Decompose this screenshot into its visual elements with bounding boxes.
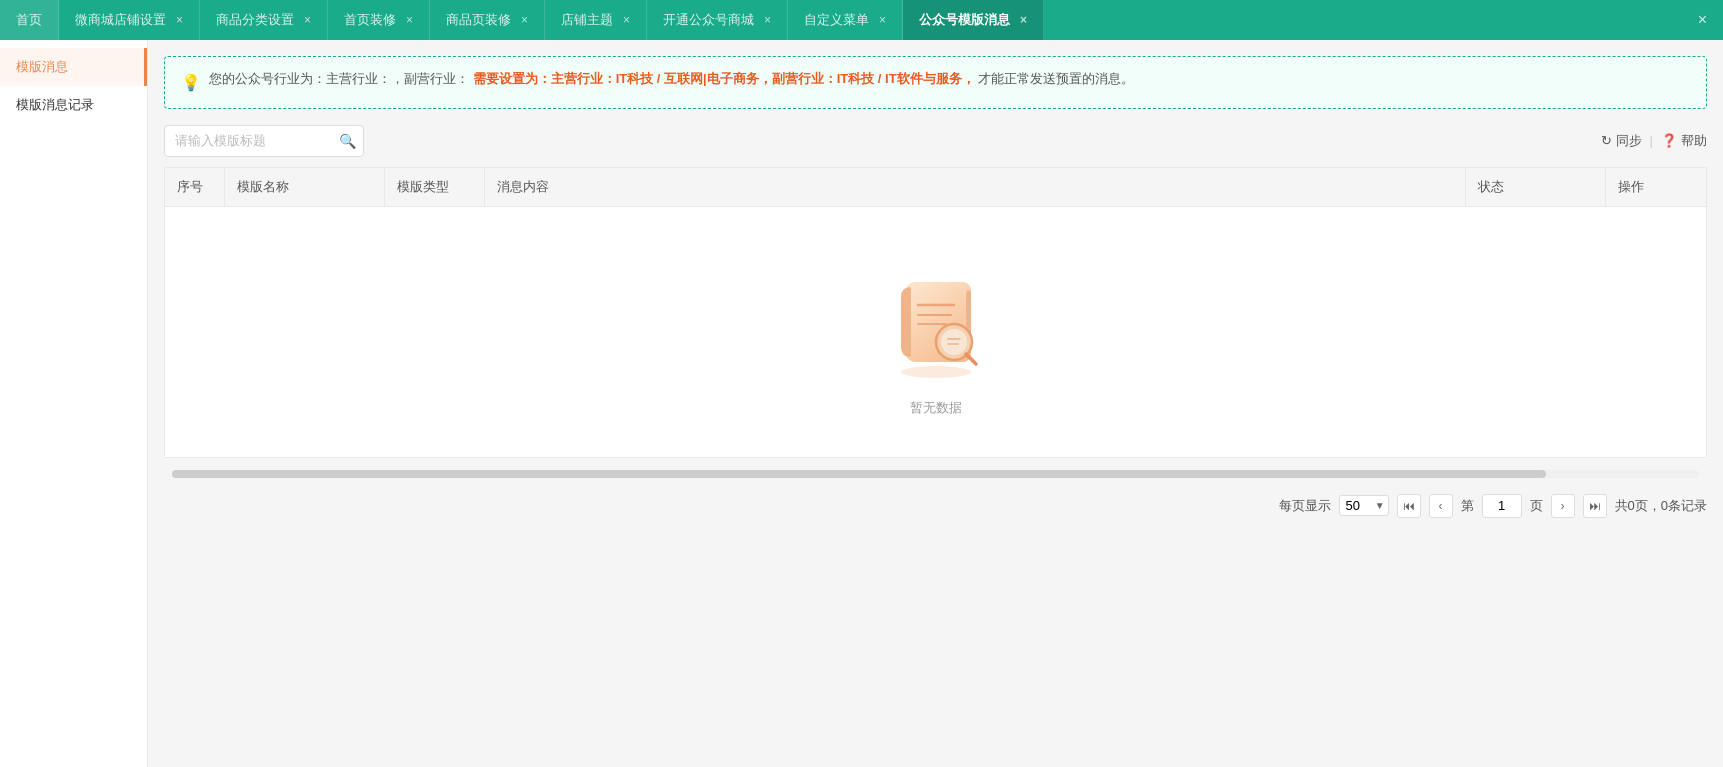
svg-point-0 bbox=[901, 366, 971, 378]
tab-category[interactable]: 商品分类设置 × bbox=[200, 0, 328, 40]
notice-icon: 💡 bbox=[181, 70, 201, 96]
empty-state: 暂无数据 bbox=[165, 207, 1706, 457]
tab-custom-menu-close[interactable]: × bbox=[879, 13, 886, 27]
col-type: 模版类型 bbox=[385, 168, 485, 206]
toolbar-divider: | bbox=[1650, 133, 1653, 148]
svg-point-6 bbox=[941, 329, 967, 355]
main-layout: 模版消息 模版消息记录 💡 您的公众号行业为：主营行业：，副营行业： 需要设置为… bbox=[0, 40, 1723, 767]
horizontal-scrollbar[interactable] bbox=[172, 470, 1699, 478]
sidebar: 模版消息 模版消息记录 bbox=[0, 40, 148, 767]
tab-template-msg-close[interactable]: × bbox=[1020, 13, 1027, 27]
tab-product-decor[interactable]: 商品页装修 × bbox=[430, 0, 545, 40]
content-area: 💡 您的公众号行业为：主营行业：，副营行业： 需要设置为：主营行业：IT科技 /… bbox=[148, 40, 1723, 767]
tab-open-mall[interactable]: 开通公众号商城 × bbox=[647, 0, 788, 40]
close-all-button[interactable]: × bbox=[1682, 0, 1723, 40]
help-button[interactable]: ❓ 帮助 bbox=[1661, 132, 1707, 150]
next-page-button[interactable]: › bbox=[1551, 494, 1575, 518]
empty-icon bbox=[876, 267, 996, 387]
page-label: 页 bbox=[1530, 497, 1543, 515]
tab-home-label: 首页 bbox=[16, 11, 42, 29]
tab-shop-theme-label: 店铺主题 bbox=[561, 11, 613, 29]
tab-wechat-shop[interactable]: 微商城店铺设置 × bbox=[59, 0, 200, 40]
sidebar-item-template-record[interactable]: 模版消息记录 bbox=[0, 86, 147, 124]
tab-custom-menu[interactable]: 自定义菜单 × bbox=[788, 0, 903, 40]
notice-text: 您的公众号行业为：主营行业：，副营行业： 需要设置为：主营行业：IT科技 / 互… bbox=[209, 69, 1134, 90]
search-input-wrap: 🔍 bbox=[164, 125, 364, 157]
search-button[interactable]: 🔍 bbox=[339, 133, 356, 149]
tab-product-decor-close[interactable]: × bbox=[521, 13, 528, 27]
col-action: 操作 bbox=[1606, 168, 1706, 206]
search-bar: 🔍 ↻ 同步 | ❓ 帮助 bbox=[164, 125, 1707, 157]
tab-bar: 首页 微商城店铺设置 × 商品分类设置 × 首页装修 × 商品页装修 × 店铺主… bbox=[0, 0, 1723, 40]
tab-shop-theme-close[interactable]: × bbox=[623, 13, 630, 27]
col-name: 模版名称 bbox=[225, 168, 385, 206]
tab-template-msg[interactable]: 公众号模版消息 × bbox=[903, 0, 1044, 40]
total-info: 共0页，0条记录 bbox=[1615, 497, 1707, 515]
empty-text: 暂无数据 bbox=[910, 399, 962, 417]
sync-button[interactable]: ↻ 同步 bbox=[1601, 132, 1642, 150]
tab-category-label: 商品分类设置 bbox=[216, 11, 294, 29]
tab-wechat-shop-close[interactable]: × bbox=[176, 13, 183, 27]
table-header: 序号 模版名称 模版类型 消息内容 状态 操作 bbox=[165, 168, 1706, 207]
per-page-label: 每页显示 bbox=[1279, 497, 1331, 515]
tab-home[interactable]: 首页 bbox=[0, 0, 59, 40]
tab-custom-menu-label: 自定义菜单 bbox=[804, 11, 869, 29]
scrollbar-thumb[interactable] bbox=[172, 470, 1546, 478]
notice-prefix: 您的公众号行业为：主营行业：，副营行业： bbox=[209, 71, 469, 86]
tab-shop-theme[interactable]: 店铺主题 × bbox=[545, 0, 647, 40]
notice-highlight: 需要设置为：主营行业：IT科技 / 互联网|电子商务，副营行业：IT科技 / I… bbox=[473, 71, 975, 86]
tab-wechat-shop-label: 微商城店铺设置 bbox=[75, 11, 166, 29]
sidebar-item-template-message[interactable]: 模版消息 bbox=[0, 48, 147, 86]
prev-page-button[interactable]: ‹ bbox=[1429, 494, 1453, 518]
search-input[interactable] bbox=[164, 125, 364, 157]
di-label: 第 bbox=[1461, 497, 1474, 515]
col-status: 状态 bbox=[1466, 168, 1606, 206]
page-size-wrap: 50 10 20 100 ▼ bbox=[1339, 495, 1389, 516]
pagination: 每页显示 50 10 20 100 ▼ ⏮ ‹ 第 页 › ⏭ 共0页，0条记录 bbox=[164, 490, 1707, 522]
sync-icon: ↻ bbox=[1601, 133, 1612, 148]
data-table: 序号 模版名称 模版类型 消息内容 状态 操作 bbox=[164, 167, 1707, 458]
tab-category-close[interactable]: × bbox=[304, 13, 311, 27]
sidebar-item-template-message-label: 模版消息 bbox=[16, 59, 68, 74]
notice-suffix: 才能正常发送预置的消息。 bbox=[978, 71, 1134, 86]
tab-open-mall-label: 开通公众号商城 bbox=[663, 11, 754, 29]
sidebar-item-template-record-label: 模版消息记录 bbox=[16, 97, 94, 112]
help-icon: ❓ bbox=[1661, 133, 1677, 148]
tab-home-decor[interactable]: 首页装修 × bbox=[328, 0, 430, 40]
tab-home-decor-close[interactable]: × bbox=[406, 13, 413, 27]
tab-home-decor-label: 首页装修 bbox=[344, 11, 396, 29]
tab-product-decor-label: 商品页装修 bbox=[446, 11, 511, 29]
tab-template-msg-label: 公众号模版消息 bbox=[919, 11, 1010, 29]
col-content: 消息内容 bbox=[485, 168, 1466, 206]
tab-open-mall-close[interactable]: × bbox=[764, 13, 771, 27]
page-size-select[interactable]: 50 10 20 100 bbox=[1339, 495, 1389, 516]
first-page-button[interactable]: ⏮ bbox=[1397, 494, 1421, 518]
sync-label: 同步 bbox=[1616, 132, 1642, 150]
last-page-button[interactable]: ⏭ bbox=[1583, 494, 1607, 518]
col-index: 序号 bbox=[165, 168, 225, 206]
help-label: 帮助 bbox=[1681, 132, 1707, 150]
notice-box: 💡 您的公众号行业为：主营行业：，副营行业： 需要设置为：主营行业：IT科技 /… bbox=[164, 56, 1707, 109]
toolbar-right: ↻ 同步 | ❓ 帮助 bbox=[1601, 132, 1707, 150]
page-number-input[interactable] bbox=[1482, 494, 1522, 518]
